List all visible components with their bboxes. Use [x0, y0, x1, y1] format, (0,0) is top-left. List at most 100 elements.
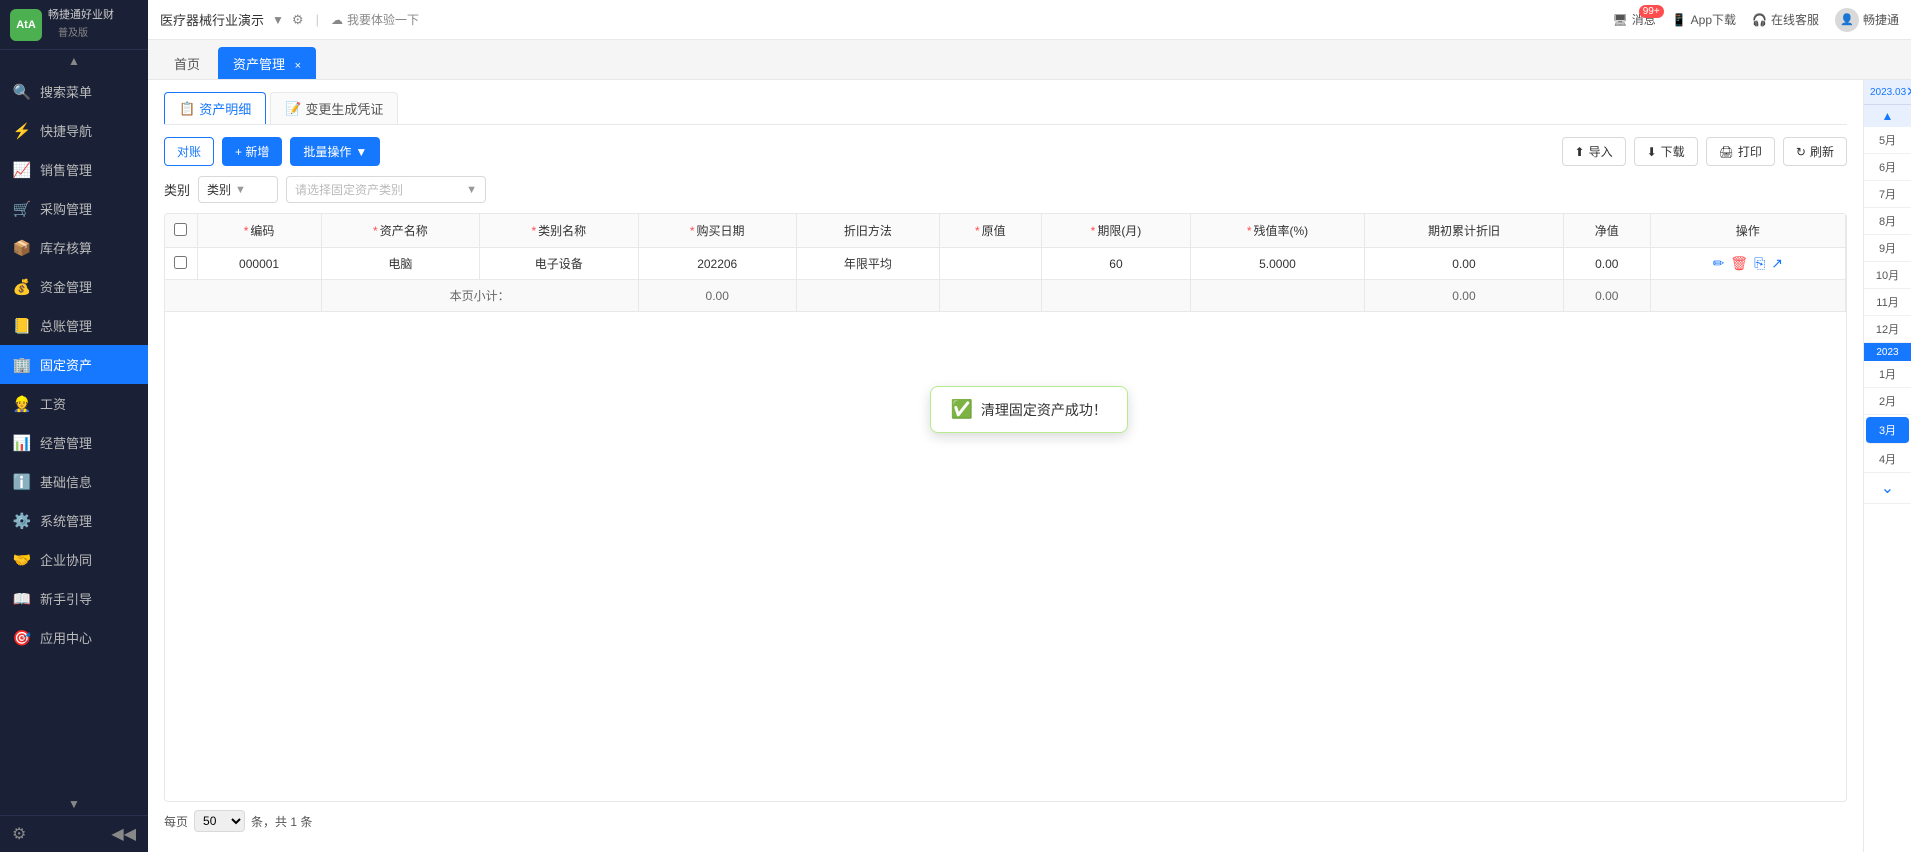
- edition-label: 普及版: [48, 22, 114, 41]
- timeline-close-icon[interactable]: ✕: [1906, 84, 1911, 100]
- sales-icon: 📈: [12, 161, 32, 179]
- sidebar-item-fixed-assets[interactable]: 🏢 固定资产: [0, 345, 148, 384]
- timeline-header-label: 2023.03: [1870, 87, 1906, 98]
- copy-icon[interactable]: ⎘: [1754, 255, 1765, 272]
- year-badge: 2023: [1870, 346, 1904, 359]
- timeline-month-6[interactable]: 6月: [1864, 154, 1911, 181]
- subtotal-net: 0.00: [1595, 289, 1618, 303]
- print-label: 打印: [1738, 143, 1762, 160]
- timeline-month-1[interactable]: 1月: [1864, 361, 1911, 388]
- col-code: *编码: [197, 214, 321, 248]
- timeline-down-chevron[interactable]: ⌄: [1864, 473, 1911, 504]
- row-checkbox-cell: [165, 248, 197, 280]
- refresh-btn[interactable]: ↻ 刷新: [1783, 137, 1847, 166]
- asset-table: *编码 *资产名称 *类别名称 *购买日期 折旧方法 *原值 *期限(月) *残…: [164, 213, 1847, 802]
- category-placeholder-select[interactable]: 请选择固定资产类别 ▼: [286, 176, 486, 203]
- print-btn[interactable]: 🖨 打印: [1706, 137, 1775, 166]
- sidebar-item-sales[interactable]: 📈 销售管理: [0, 150, 148, 189]
- timeline-month-11[interactable]: 11月: [1864, 289, 1911, 316]
- timeline-month-9[interactable]: 9月: [1864, 235, 1911, 262]
- cell-original-value: [939, 248, 1041, 280]
- settings-icon[interactable]: ⚙: [12, 824, 26, 844]
- toolbar-right: ⬆ 导入 ⬇ 下载 🖨 打印 ↻ 刷新: [1562, 137, 1847, 166]
- company-dropdown-icon[interactable]: ▼: [272, 13, 284, 27]
- subtotal-initial-dep: 0.00: [1452, 289, 1475, 303]
- download-btn[interactable]: ⬇ 下载: [1634, 137, 1698, 166]
- sidebar-item-quick-nav[interactable]: ⚡ 快捷导航: [0, 111, 148, 150]
- delete-icon[interactable]: 🗑: [1730, 255, 1748, 272]
- online-service-btn[interactable]: 🎧 在线客服: [1752, 11, 1819, 28]
- row-checkbox[interactable]: [174, 256, 187, 269]
- collapse-icon[interactable]: ◀◀: [111, 824, 136, 844]
- sidebar-item-ledger[interactable]: 📒 总账管理: [0, 306, 148, 345]
- timeline-month-7[interactable]: 7月: [1864, 181, 1911, 208]
- experience-btn[interactable]: ☁ 我要体验一下: [331, 11, 419, 28]
- sidebar-item-search-label: 搜索菜单: [40, 82, 92, 101]
- timeline-month-8[interactable]: 8月: [1864, 208, 1911, 235]
- sidebar-item-payroll-label: 工资: [40, 394, 66, 413]
- more-icon[interactable]: ↗: [1771, 255, 1783, 272]
- timeline-month-4[interactable]: 4月: [1864, 446, 1911, 473]
- timeline-scroll-up-btn[interactable]: ▲: [1864, 105, 1911, 127]
- headset-icon: 🎧: [1752, 13, 1767, 27]
- timeline-month-3-active[interactable]: 3月: [1866, 417, 1909, 444]
- message-btn[interactable]: 🖥 消息 99+: [1612, 11, 1655, 28]
- batch-label: 批量操作: [303, 143, 351, 160]
- total-label: 条，共 1 条: [251, 813, 312, 830]
- sidebar-item-payroll[interactable]: 👷 工资: [0, 384, 148, 423]
- sidebar-item-guide[interactable]: 📖 新手引导: [0, 579, 148, 618]
- user-menu[interactable]: 👤 畅捷通: [1835, 8, 1899, 32]
- settings-gear-icon[interactable]: ⚙: [292, 12, 304, 28]
- purchase-icon: 🛒: [12, 200, 32, 218]
- col-name: *资产名称: [321, 214, 479, 248]
- sidebar-scroll-up-btn[interactable]: ▲: [0, 50, 148, 72]
- subtab-asset-detail[interactable]: 📋 资产明细: [164, 92, 266, 124]
- sidebar-item-cooperation[interactable]: 🤝 企业协同: [0, 540, 148, 579]
- category-placeholder: 请选择固定资产类别: [295, 181, 403, 198]
- sidebar-item-inventory[interactable]: 📦 库存核算: [0, 228, 148, 267]
- col-purchase-date: *购买日期: [638, 214, 796, 248]
- tab-home[interactable]: 首页: [160, 48, 214, 79]
- sidebar-item-purchase[interactable]: 🛒 采购管理: [0, 189, 148, 228]
- col-residual-rate: *残值率(%): [1190, 214, 1364, 248]
- quick-nav-icon: ⚡: [12, 122, 32, 140]
- sidebar-item-management[interactable]: 📊 经营管理: [0, 423, 148, 462]
- timeline-month-10[interactable]: 10月: [1864, 262, 1911, 289]
- per-page-label: 每页: [164, 813, 188, 830]
- sidebar-scroll-down-btn[interactable]: ▼: [0, 793, 148, 815]
- tab-close-btn[interactable]: ×: [295, 60, 301, 72]
- subtotal-label-cell: [165, 280, 321, 312]
- select-all-checkbox[interactable]: [174, 223, 187, 236]
- subtab-change-voucher[interactable]: 📝 变更生成凭证: [270, 92, 398, 124]
- download-label: 下载: [1661, 143, 1685, 160]
- cell-depreciation-method: 年限平均: [796, 248, 939, 280]
- batch-btn[interactable]: 批量操作 ▼: [290, 137, 380, 166]
- app-download-label: App下载: [1691, 11, 1736, 28]
- app-download-btn[interactable]: 📱 App下载: [1672, 11, 1736, 28]
- sidebar-item-guide-label: 新手引导: [40, 589, 92, 608]
- subtotal-spacer3: [1041, 280, 1190, 312]
- timeline-year-2023[interactable]: 2023: [1864, 343, 1911, 361]
- category-type-select[interactable]: 类别 ▼: [198, 176, 278, 203]
- timeline-header: 2023.03 ✕ ⛶: [1864, 80, 1911, 105]
- edit-icon[interactable]: ✏: [1713, 255, 1725, 272]
- guide-icon: 📖: [12, 590, 32, 608]
- timeline-month-2[interactable]: 2月: [1864, 388, 1911, 415]
- table-row: 000001 电脑 电子设备 202206 年限平均 60 5.0000 0.0…: [165, 248, 1846, 280]
- sidebar-item-basic-info[interactable]: ℹ️ 基础信息: [0, 462, 148, 501]
- sidebar-item-app-center[interactable]: 🎯 应用中心: [0, 618, 148, 657]
- import-btn[interactable]: ⬆ 导入: [1562, 137, 1626, 166]
- sidebar-item-system[interactable]: ⚙️ 系统管理: [0, 501, 148, 540]
- message-badge: 99+: [1639, 5, 1664, 18]
- timeline-month-5[interactable]: 5月: [1864, 127, 1911, 154]
- sidebar-item-search[interactable]: 🔍 搜索菜单: [0, 72, 148, 111]
- tab-asset-management[interactable]: 资产管理 ×: [218, 47, 316, 79]
- col-category: *类别名称: [480, 214, 638, 248]
- sidebar-item-fund[interactable]: 💰 资金管理: [0, 267, 148, 306]
- ledger-btn[interactable]: 对账: [164, 137, 214, 166]
- new-btn[interactable]: + 新增: [222, 137, 282, 166]
- sidebar-item-inventory-label: 库存核算: [40, 238, 92, 257]
- sidebar-item-purchase-label: 采购管理: [40, 199, 92, 218]
- timeline-month-12[interactable]: 12月: [1864, 316, 1911, 343]
- per-page-select[interactable]: 50 100 200: [194, 810, 245, 832]
